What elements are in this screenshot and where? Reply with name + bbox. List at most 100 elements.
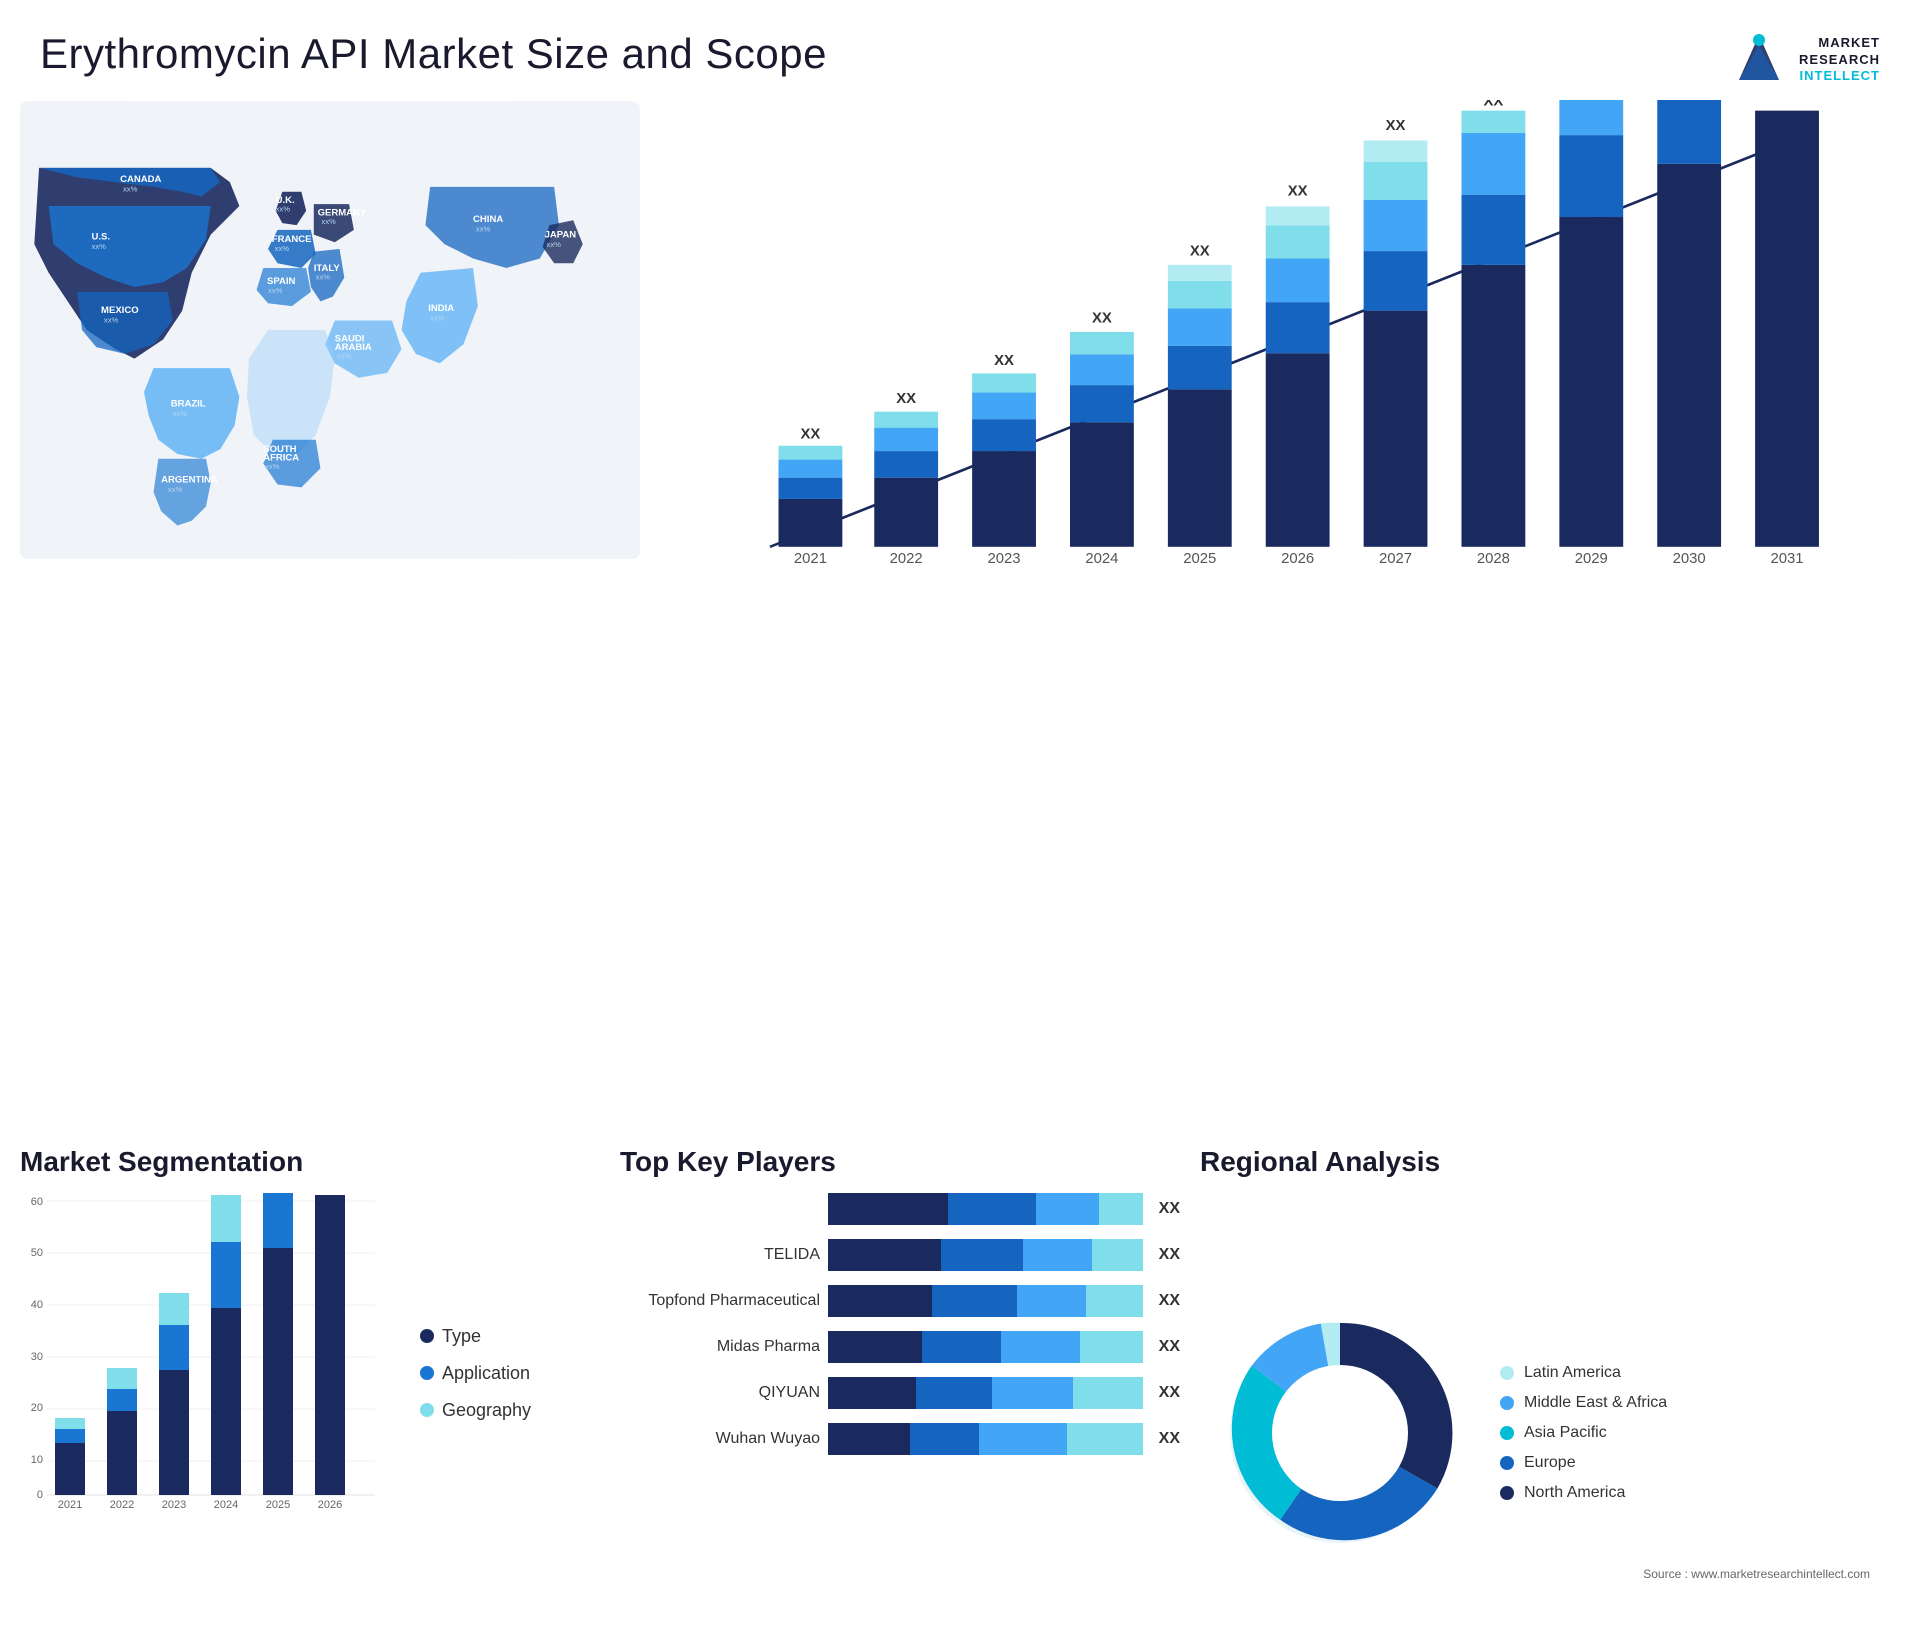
svg-text:XX: XX — [994, 353, 1014, 369]
player-bar-seg-2 — [948, 1193, 1036, 1225]
regional-legend-item-europe: Europe — [1500, 1454, 1667, 1472]
player-bar-seg-1 — [828, 1331, 922, 1363]
svg-text:2025: 2025 — [266, 1499, 290, 1511]
svg-text:xx%: xx% — [547, 240, 562, 249]
player-bar-seg-4 — [1073, 1377, 1142, 1409]
player-bar-seg-3 — [992, 1377, 1074, 1409]
player-row: Midas Pharma XX — [620, 1331, 1180, 1363]
logo-text: MARKET RESEARCH INTELLECT — [1799, 35, 1880, 86]
regional-legend: Latin America Middle East & Africa Asia … — [1500, 1364, 1667, 1502]
map-section: CANADA xx% U.S. xx% MEXICO xx% BRAZIL xx… — [20, 100, 640, 600]
player-bar-container — [828, 1239, 1143, 1271]
logo-area: MARKET RESEARCH INTELLECT — [1729, 30, 1880, 90]
svg-text:2021: 2021 — [794, 551, 827, 567]
svg-text:xx%: xx% — [276, 205, 291, 214]
seg-wrapper: 60 50 40 30 20 10 0 — [20, 1193, 600, 1553]
svg-text:XX: XX — [1288, 184, 1308, 200]
svg-text:MEXICO: MEXICO — [101, 305, 139, 316]
player-bar-seg-3 — [1017, 1285, 1086, 1317]
svg-text:XX: XX — [801, 426, 821, 442]
players-chart: XX TELIDA XX Topfond Pharmaceutical — [620, 1193, 1180, 1455]
player-bar-seg-1 — [828, 1423, 910, 1455]
player-row: TELIDA XX — [620, 1239, 1180, 1271]
svg-text:30: 30 — [31, 1351, 43, 1363]
logo-icon — [1729, 30, 1789, 90]
svg-text:40: 40 — [31, 1299, 43, 1311]
type-dot — [420, 1329, 434, 1343]
player-bar-seg-2 — [932, 1285, 1017, 1317]
svg-text:XX: XX — [1777, 100, 1797, 104]
player-name: TELIDA — [620, 1246, 820, 1264]
player-name: Midas Pharma — [620, 1338, 820, 1356]
player-value: XX — [1159, 1292, 1180, 1310]
svg-text:JAPAN: JAPAN — [545, 229, 577, 240]
player-row: QIYUAN XX — [620, 1377, 1180, 1409]
player-value: XX — [1159, 1430, 1180, 1448]
player-value: XX — [1159, 1200, 1180, 1218]
svg-text:U.S.: U.S. — [92, 231, 111, 242]
svg-text:50: 50 — [31, 1247, 43, 1259]
svg-text:CHINA: CHINA — [473, 214, 503, 225]
player-bar-seg-4 — [1099, 1193, 1143, 1225]
players-title: Top Key Players — [620, 1146, 1180, 1178]
player-bar-seg-4 — [1086, 1285, 1143, 1317]
player-bar-container — [828, 1285, 1143, 1317]
svg-text:2024: 2024 — [214, 1499, 238, 1511]
svg-text:2025: 2025 — [1183, 551, 1216, 567]
regional-legend-item-mea: Middle East & Africa — [1500, 1394, 1667, 1412]
svg-text:xx%: xx% — [173, 409, 188, 418]
player-bar-seg-1 — [828, 1193, 948, 1225]
player-bar-container — [828, 1423, 1143, 1455]
svg-text:2023: 2023 — [987, 551, 1020, 567]
svg-text:10: 10 — [31, 1454, 43, 1466]
svg-text:XX: XX — [1092, 310, 1112, 326]
svg-text:2021: 2021 — [58, 1499, 82, 1511]
type-label: Type — [442, 1326, 481, 1347]
svg-text:2026: 2026 — [1281, 551, 1314, 567]
player-bar-seg-2 — [916, 1377, 992, 1409]
map-container: CANADA xx% U.S. xx% MEXICO xx% BRAZIL xx… — [20, 100, 640, 560]
svg-text:XX: XX — [896, 391, 916, 407]
player-bar-seg-1 — [828, 1239, 941, 1271]
player-bar-seg-3 — [979, 1423, 1067, 1455]
svg-text:2027: 2027 — [1379, 551, 1412, 567]
svg-text:60: 60 — [31, 1196, 43, 1208]
mea-dot — [1500, 1396, 1514, 1410]
svg-text:xx%: xx% — [316, 272, 331, 281]
svg-text:BRAZIL: BRAZIL — [171, 398, 206, 409]
svg-text:XX: XX — [1190, 243, 1210, 259]
regional-section: Regional Analysis — [1200, 1146, 1900, 1586]
player-bar-seg-1 — [828, 1285, 932, 1317]
player-name: Topfond Pharmaceutical — [620, 1292, 820, 1310]
player-name: Wuhan Wuyao — [620, 1430, 820, 1448]
main-content: CANADA xx% U.S. xx% MEXICO xx% BRAZIL xx… — [0, 100, 1920, 1136]
player-bar-container — [828, 1377, 1143, 1409]
player-bar-seg-3 — [1036, 1193, 1099, 1225]
player-value: XX — [1159, 1338, 1180, 1356]
svg-text:xx%: xx% — [268, 286, 283, 295]
svg-text:xx%: xx% — [321, 217, 336, 226]
svg-text:20: 20 — [31, 1402, 43, 1414]
application-dot — [420, 1366, 434, 1380]
regional-legend-item-na: North America — [1500, 1484, 1667, 1502]
svg-text:XX: XX — [1483, 100, 1503, 109]
segmentation-title: Market Segmentation — [20, 1146, 600, 1178]
player-bar-container — [828, 1331, 1143, 1363]
seg-chart-area: 60 50 40 30 20 10 0 — [20, 1193, 390, 1553]
seg-legend-area: Type Application Geography — [420, 1193, 600, 1553]
europe-label: Europe — [1524, 1454, 1576, 1472]
svg-text:2023: 2023 — [162, 1499, 186, 1511]
legend-item-geography: Geography — [420, 1400, 600, 1421]
svg-text:ARGENTINA: ARGENTINA — [161, 475, 218, 486]
svg-text:2026: 2026 — [318, 1499, 342, 1511]
player-bar-seg-4 — [1080, 1331, 1143, 1363]
svg-text:xx%: xx% — [337, 352, 352, 361]
svg-text:2022: 2022 — [890, 551, 923, 567]
segmentation-section: Market Segmentation 60 50 40 30 20 10 0 — [20, 1146, 600, 1586]
player-bar-seg-4 — [1092, 1239, 1142, 1271]
svg-text:XX: XX — [1386, 118, 1406, 134]
north-america-dot — [1500, 1486, 1514, 1500]
player-bar-seg-3 — [1023, 1239, 1092, 1271]
svg-text:2024: 2024 — [1085, 551, 1118, 567]
player-bar-seg-3 — [1001, 1331, 1080, 1363]
